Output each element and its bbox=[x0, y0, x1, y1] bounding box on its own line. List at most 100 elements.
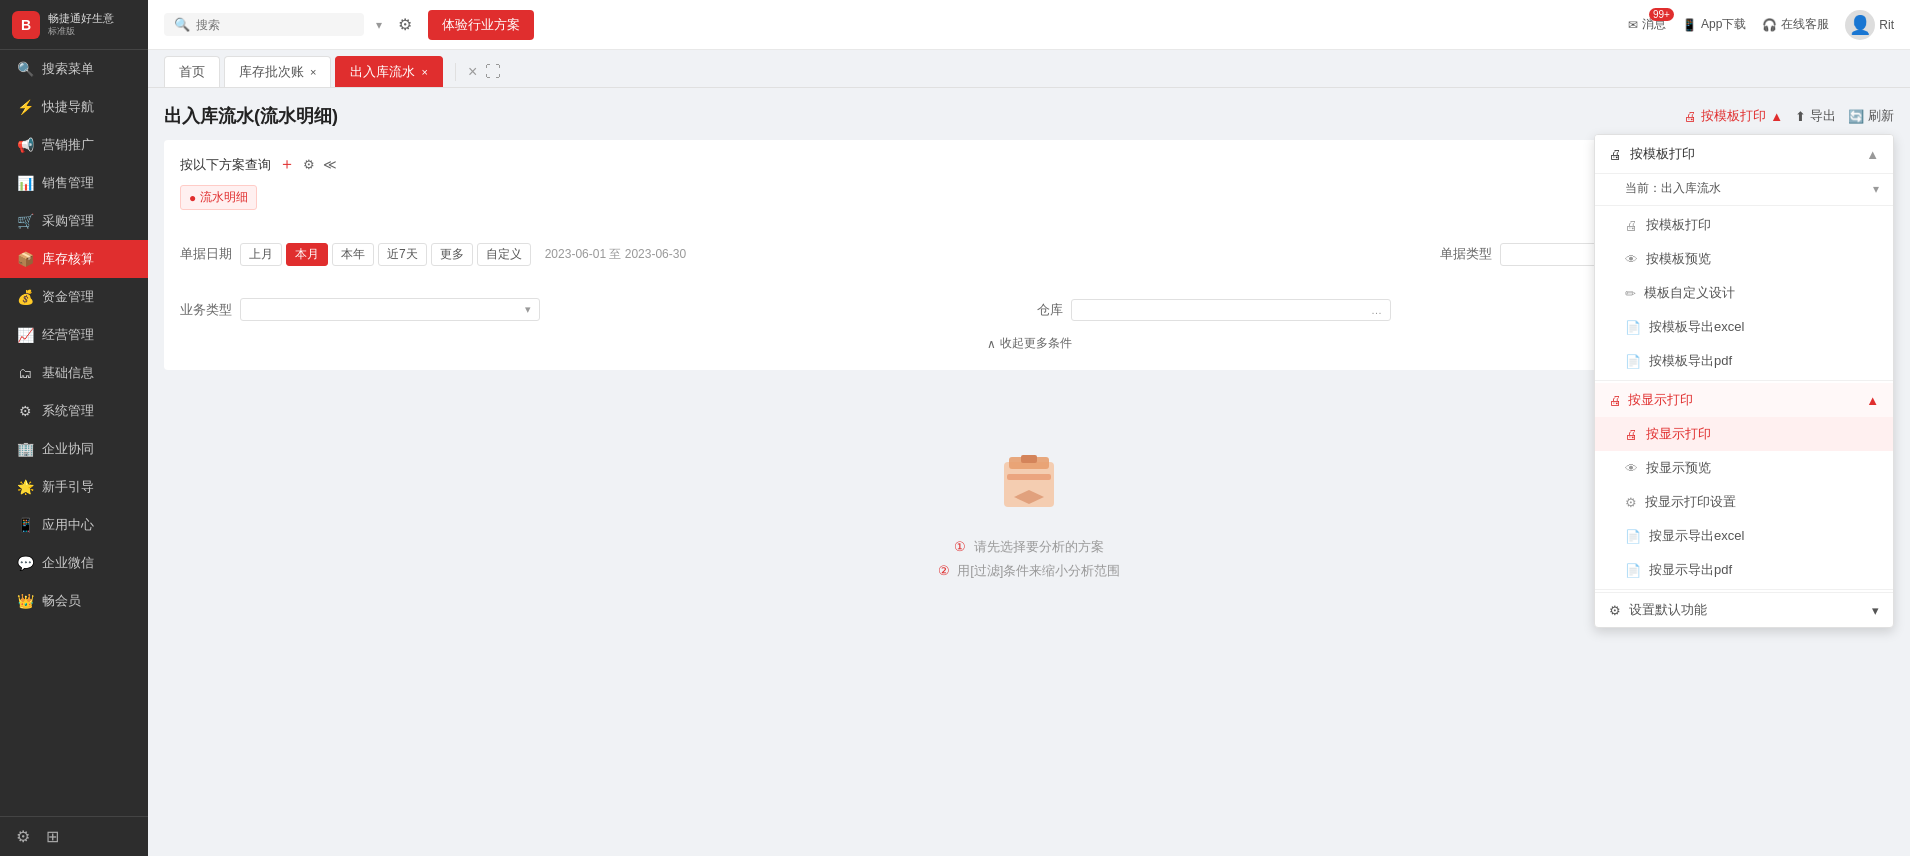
collapse-btn[interactable]: ∧ 收起更多条件 bbox=[983, 331, 1076, 356]
print-display-export-excel[interactable]: 📄 按显示导出excel bbox=[1595, 519, 1893, 553]
date-custom[interactable]: 自定义 bbox=[477, 243, 531, 266]
print-display-preview[interactable]: 👁 按显示预览 bbox=[1595, 451, 1893, 485]
filter-business-type: 业务类型 ▾ bbox=[180, 298, 1021, 321]
sidebar-item-label: 销售管理 bbox=[42, 174, 94, 192]
export-label: 导出 bbox=[1810, 107, 1836, 125]
filter-collapse-icon[interactable]: ≪ bbox=[323, 157, 337, 172]
empty-icon bbox=[989, 442, 1069, 522]
window-maximize-btn[interactable]: ⛶ bbox=[485, 63, 501, 81]
topbar-search-box[interactable]: 🔍 bbox=[164, 13, 364, 36]
filter-tag-item[interactable]: ● 流水明细 bbox=[180, 185, 257, 210]
print-dropdown-header: 🖨 按模板打印 ▲ bbox=[1595, 135, 1893, 174]
tab-in-out-flow[interactable]: 出入库流水 × bbox=[335, 56, 442, 87]
print-display-settings[interactable]: ⚙ 按显示打印设置 bbox=[1595, 485, 1893, 519]
main-area: 🔍 ▾ ⚙ 体验行业方案 ✉ 消息 99+ 📱 App下载 🎧 在线客服 👤 bbox=[148, 0, 1910, 856]
topbar-online-service[interactable]: 🎧 在线客服 bbox=[1762, 16, 1829, 33]
date-7days[interactable]: 近7天 bbox=[378, 243, 427, 266]
app-download-label: App下载 bbox=[1701, 16, 1746, 33]
sidebar-item-finance[interactable]: 💰 资金管理 bbox=[0, 278, 148, 316]
filter-add-btn[interactable]: ＋ bbox=[279, 154, 295, 175]
print-display-section-header[interactable]: 🖨 按显示打印 ▲ bbox=[1595, 383, 1893, 417]
business-type-label: 业务类型 bbox=[180, 301, 232, 319]
phone-icon: 📱 bbox=[16, 517, 34, 533]
sidebar-item-label: 新手引导 bbox=[42, 478, 94, 496]
template-customize-icon: ✏ bbox=[1625, 286, 1636, 301]
display-print-label: 按显示打印 bbox=[1646, 425, 1711, 443]
sidebar-item-label: 企业协同 bbox=[42, 440, 94, 458]
template-customize-label: 模板自定义设计 bbox=[1644, 284, 1735, 302]
print-template-print[interactable]: 🖨 按模板打印 bbox=[1595, 208, 1893, 242]
tab-batch-account-label: 库存批次账 bbox=[239, 63, 304, 81]
print-template-preview[interactable]: 👁 按模板预览 bbox=[1595, 242, 1893, 276]
filter-tag-label: 流水明细 bbox=[200, 189, 248, 206]
online-service-label: 在线客服 bbox=[1781, 16, 1829, 33]
window-controls: × ⛶ bbox=[455, 63, 513, 81]
sidebar-item-member[interactable]: 👑 畅会员 bbox=[0, 582, 148, 620]
sidebar-item-enterprise[interactable]: 🏢 企业协同 bbox=[0, 430, 148, 468]
warehouse-label: 仓库 bbox=[1037, 301, 1063, 319]
tab-batch-account-close[interactable]: × bbox=[310, 66, 316, 78]
display-section-collapse[interactable]: ▲ bbox=[1866, 393, 1879, 408]
topbar-gear-icon[interactable]: ⚙ bbox=[398, 15, 412, 34]
date-last-month[interactable]: 上月 bbox=[240, 243, 282, 266]
date-label: 单据日期 bbox=[180, 245, 232, 263]
date-more[interactable]: 更多 bbox=[431, 243, 473, 266]
tab-in-out-flow-close[interactable]: × bbox=[421, 66, 427, 78]
sidebar-item-label: 快捷导航 bbox=[42, 98, 94, 116]
topbar-app-download[interactable]: 📱 App下载 bbox=[1682, 16, 1746, 33]
sidebar-item-inventory[interactable]: 📦 库存核算 bbox=[0, 240, 148, 278]
date-this-month[interactable]: 本月 bbox=[286, 243, 328, 266]
filter-date-item: 单据日期 上月 本月 本年 近7天 更多 自定义 2023-06-01 至 20… bbox=[180, 243, 1424, 266]
logo-icon: B bbox=[12, 11, 40, 39]
chat-icon: 💬 bbox=[16, 555, 34, 571]
print-display-print[interactable]: 🖨 按显示打印 bbox=[1595, 417, 1893, 451]
sidebar-item-sales[interactable]: 📊 销售管理 bbox=[0, 164, 148, 202]
print-header-icon: 🖨 bbox=[1609, 147, 1622, 162]
template-export-excel-label: 按模板导出excel bbox=[1649, 318, 1744, 336]
sidebar-nav: 🔍 搜索菜单 ⚡ 快捷导航 📢 营销推广 📊 销售管理 🛒 采购管理 📦 库存核… bbox=[0, 50, 148, 816]
money-icon: 💰 bbox=[16, 289, 34, 305]
trial-btn[interactable]: 体验行业方案 bbox=[428, 10, 534, 40]
filter-gear-icon[interactable]: ⚙ bbox=[303, 157, 315, 172]
topbar-message[interactable]: ✉ 消息 99+ bbox=[1628, 16, 1666, 33]
print-footer[interactable]: ⚙ 设置默认功能 ▾ bbox=[1595, 592, 1893, 627]
business-type-select[interactable]: ▾ bbox=[240, 298, 540, 321]
sidebar-item-quick-nav[interactable]: ⚡ 快捷导航 bbox=[0, 88, 148, 126]
sidebar-item-base[interactable]: 🗂 基础信息 bbox=[0, 354, 148, 392]
sidebar-item-guide[interactable]: 🌟 新手引导 bbox=[0, 468, 148, 506]
print-current-arrow[interactable]: ▾ bbox=[1873, 182, 1879, 196]
refresh-icon: 🔄 bbox=[1848, 109, 1864, 124]
print-template-export-pdf[interactable]: 📄 按模板导出pdf bbox=[1595, 344, 1893, 378]
settings-icon[interactable]: ⚙ bbox=[16, 827, 30, 846]
warehouse-select[interactable]: … bbox=[1071, 299, 1391, 321]
sidebar-item-label: 畅会员 bbox=[42, 592, 81, 610]
collapse-sidebar-icon[interactable]: ⊞ bbox=[46, 827, 59, 846]
sidebar-item-label: 基础信息 bbox=[42, 364, 94, 382]
sidebar-item-operations[interactable]: 📈 经营管理 bbox=[0, 316, 148, 354]
export-btn[interactable]: ⬆ 导出 bbox=[1795, 107, 1836, 125]
tab-home[interactable]: 首页 bbox=[164, 56, 220, 87]
date-this-year[interactable]: 本年 bbox=[332, 243, 374, 266]
window-close-btn[interactable]: × bbox=[468, 63, 477, 81]
sidebar-item-app-center[interactable]: 📱 应用中心 bbox=[0, 506, 148, 544]
print-template-export-excel[interactable]: 📄 按模板导出excel bbox=[1595, 310, 1893, 344]
display-section-label: 按显示打印 bbox=[1628, 391, 1860, 409]
tag-icon: ● bbox=[189, 191, 196, 205]
display-settings-label: 按显示打印设置 bbox=[1645, 493, 1736, 511]
refresh-btn[interactable]: 🔄 刷新 bbox=[1848, 107, 1894, 125]
sidebar-item-system[interactable]: ⚙ 系统管理 bbox=[0, 392, 148, 430]
topbar-search-input[interactable] bbox=[196, 18, 336, 32]
print-header-arrow-up[interactable]: ▲ bbox=[1866, 147, 1879, 162]
print-template-customize[interactable]: ✏ 模板自定义设计 bbox=[1595, 276, 1893, 310]
tab-batch-account[interactable]: 库存批次账 × bbox=[224, 56, 331, 87]
print-header-label: 按模板打印 bbox=[1630, 145, 1866, 163]
sidebar-item-marketing[interactable]: 📢 营销推广 bbox=[0, 126, 148, 164]
print-display-export-pdf[interactable]: 📄 按显示导出pdf bbox=[1595, 553, 1893, 587]
print-template-btn[interactable]: 🖨 按模板打印 ▲ bbox=[1684, 107, 1783, 125]
filter-title: 按以下方案查询 bbox=[180, 156, 271, 174]
topbar-user-avatar[interactable]: 👤 Rit bbox=[1845, 10, 1894, 40]
sidebar-item-purchase[interactable]: 🛒 采购管理 bbox=[0, 202, 148, 240]
sidebar-item-wechat[interactable]: 💬 企业微信 bbox=[0, 544, 148, 582]
topbar-dropdown-icon[interactable]: ▾ bbox=[376, 18, 382, 32]
sidebar-item-search[interactable]: 🔍 搜索菜单 bbox=[0, 50, 148, 88]
